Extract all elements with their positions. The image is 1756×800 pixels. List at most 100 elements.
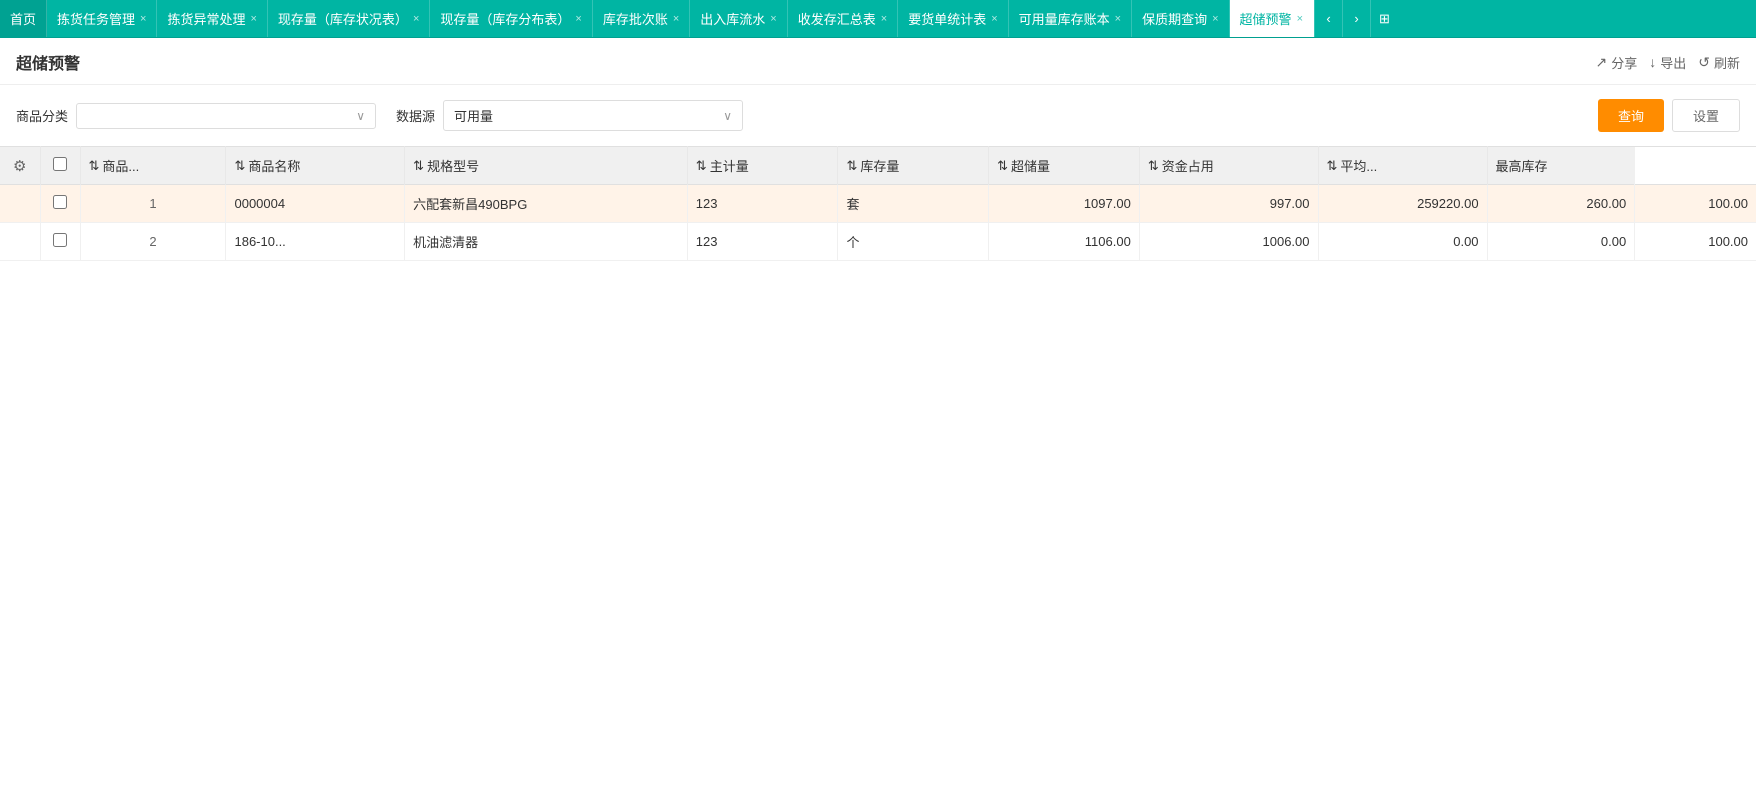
row-avg: 260.00 xyxy=(1487,185,1635,223)
nav-item-batch[interactable]: 库存批次账 × xyxy=(593,0,690,38)
datasource-select[interactable]: 可用量 ∨ xyxy=(443,100,743,131)
close-icon-stock-dist[interactable]: × xyxy=(575,13,581,25)
nav-item-inout-flow[interactable]: 出入库流水 × xyxy=(690,0,787,38)
spec-column-header[interactable]: ⇅ 规格型号 xyxy=(405,147,688,185)
refresh-button[interactable]: ↺ 刷新 xyxy=(1698,53,1740,72)
settings-column-header[interactable]: ⚙ xyxy=(0,147,40,185)
share-button[interactable]: ↗ 分享 xyxy=(1595,53,1637,72)
close-icon-inout-flow[interactable]: × xyxy=(770,13,776,25)
nav-item-available[interactable]: 可用量库存账本 × xyxy=(1009,0,1132,38)
page-container: 超储预警 ↗ 分享 ↓ 导出 ↺ 刷新 商品分类 ∨ 数据源 xyxy=(0,38,1756,800)
category-label: 商品分类 xyxy=(16,106,68,125)
nav-label-available: 可用量库存账本 xyxy=(1019,9,1110,28)
nav-item-abnormal[interactable]: 拣货异常处理 × xyxy=(157,0,267,38)
row-checkbox[interactable] xyxy=(53,233,67,247)
row-settings-cell xyxy=(0,185,40,223)
refresh-icon: ↺ xyxy=(1698,54,1710,71)
max-stock-header-label: 最高库存 xyxy=(1496,156,1548,175)
row-num-cell: 2 xyxy=(80,223,226,261)
product-name-column-header[interactable]: ⇅ 商品名称 xyxy=(226,147,405,185)
sort-icon: ⇅ xyxy=(413,158,424,174)
row-max-stock: 100.00 xyxy=(1635,223,1756,261)
category-select[interactable]: ∨ xyxy=(76,103,376,129)
nav-label-expiry: 保质期查询 xyxy=(1142,9,1207,28)
row-checkbox-cell[interactable] xyxy=(40,223,80,261)
close-icon-task-mgmt[interactable]: × xyxy=(140,13,146,25)
row-settings-cell xyxy=(0,223,40,261)
close-icon-abnormal[interactable]: × xyxy=(250,13,256,25)
close-icon-overstock[interactable]: × xyxy=(1297,13,1303,25)
stock-qty-column-header[interactable]: ⇅ 库存量 xyxy=(838,147,989,185)
nav-label-task-mgmt: 拣货任务管理 xyxy=(57,9,135,28)
close-icon-receive-send[interactable]: × xyxy=(881,13,887,25)
close-icon-stock-status[interactable]: × xyxy=(413,13,419,25)
refresh-label: 刷新 xyxy=(1714,53,1740,72)
sort-icon: ⇅ xyxy=(696,158,707,174)
page-title: 超储预警 xyxy=(16,50,80,74)
settings-button[interactable]: 设置 xyxy=(1672,99,1740,132)
row-product-name: 机油滤清器 xyxy=(405,223,688,261)
overstock-qty-header-label: 超储量 xyxy=(1011,156,1050,175)
sort-icon: ⇅ xyxy=(1148,158,1159,174)
page-header: 超储预警 ↗ 分享 ↓ 导出 ↺ 刷新 xyxy=(0,38,1756,85)
export-label: 导出 xyxy=(1660,53,1686,72)
row-product-name: 六配套新昌490BPG xyxy=(405,185,688,223)
unit-header-label: 主计量 xyxy=(710,156,749,175)
nav-item-receive-send[interactable]: 收发存汇总表 × xyxy=(788,0,898,38)
nav-label-stock-dist: 现存量（库存分布表） xyxy=(440,9,570,28)
row-checkbox-cell[interactable] xyxy=(40,185,80,223)
nav-next-button[interactable]: › xyxy=(1342,0,1370,38)
query-button[interactable]: 查询 xyxy=(1598,99,1664,132)
row-checkbox[interactable] xyxy=(53,195,67,209)
checkbox-column-header[interactable] xyxy=(40,147,80,185)
nav-label-inout-flow: 出入库流水 xyxy=(700,9,765,28)
product-code-header-label: 商品... xyxy=(102,156,139,175)
capital-usage-column-header[interactable]: ⇅ 资金占用 xyxy=(1139,147,1318,185)
gear-icon[interactable]: ⚙ xyxy=(13,158,26,175)
sort-icon: ⇅ xyxy=(234,158,245,174)
row-stock-qty: 1106.00 xyxy=(989,223,1140,261)
nav-label-batch: 库存批次账 xyxy=(603,9,668,28)
sort-icon: ⇅ xyxy=(89,158,100,174)
nav-item-task-mgmt[interactable]: 拣货任务管理 × xyxy=(47,0,157,38)
close-icon-available[interactable]: × xyxy=(1115,13,1121,25)
sort-icon: ⇅ xyxy=(846,158,857,174)
nav-item-stock-status[interactable]: 现存量（库存状况表） × xyxy=(268,0,430,38)
select-all-checkbox[interactable] xyxy=(53,157,67,171)
nav-item-expiry[interactable]: 保质期查询 × xyxy=(1132,0,1229,38)
sort-icon: ⇅ xyxy=(997,158,1008,174)
share-icon: ↗ xyxy=(1595,54,1607,71)
nav-more-button[interactable]: ⊞ xyxy=(1370,0,1398,38)
row-unit: 套 xyxy=(838,185,989,223)
nav-prev-button[interactable]: ‹ xyxy=(1314,0,1342,38)
product-code-column-header[interactable]: ⇅ 商品... xyxy=(80,147,226,185)
avg-header-label: 平均... xyxy=(1340,156,1377,175)
nav-item-stock-dist[interactable]: 现存量（库存分布表） × xyxy=(430,0,592,38)
row-max-stock: 100.00 xyxy=(1635,185,1756,223)
row-capital-usage: 0.00 xyxy=(1318,223,1487,261)
close-icon-order-stat[interactable]: × xyxy=(991,13,997,25)
close-icon-batch[interactable]: × xyxy=(673,13,679,25)
unit-column-header[interactable]: ⇅ 主计量 xyxy=(687,147,838,185)
filter-bar: 商品分类 ∨ 数据源 可用量 ∨ 查询 设置 xyxy=(0,85,1756,146)
overstock-qty-column-header[interactable]: ⇅ 超储量 xyxy=(989,147,1140,185)
export-icon: ↓ xyxy=(1649,54,1656,70)
max-stock-column-header[interactable]: 最高库存 xyxy=(1487,147,1635,185)
nav-item-order-stat[interactable]: 要货单统计表 × xyxy=(898,0,1008,38)
category-chevron-down-icon: ∨ xyxy=(356,109,365,123)
row-stock-qty: 1097.00 xyxy=(989,185,1140,223)
row-product-code: 186-10... xyxy=(226,223,405,261)
datasource-select-value: 可用量 xyxy=(454,106,493,125)
header-actions: ↗ 分享 ↓ 导出 ↺ 刷新 xyxy=(1595,53,1740,72)
row-overstock-qty: 1006.00 xyxy=(1139,223,1318,261)
close-icon-expiry[interactable]: × xyxy=(1212,13,1218,25)
nav-label-abnormal: 拣货异常处理 xyxy=(167,9,245,28)
nav-item-home[interactable]: 首页 xyxy=(0,0,47,38)
nav-label-receive-send: 收发存汇总表 xyxy=(798,9,876,28)
export-button[interactable]: ↓ 导出 xyxy=(1649,53,1686,72)
nav-item-overstock[interactable]: 超储预警 × xyxy=(1230,0,1314,38)
stock-qty-header-label: 库存量 xyxy=(860,156,899,175)
table-header-row: ⚙ ⇅ 商品... ⇅ 商品名称 xyxy=(0,147,1756,185)
avg-column-header[interactable]: ⇅ 平均... xyxy=(1318,147,1487,185)
row-overstock-qty: 997.00 xyxy=(1139,185,1318,223)
